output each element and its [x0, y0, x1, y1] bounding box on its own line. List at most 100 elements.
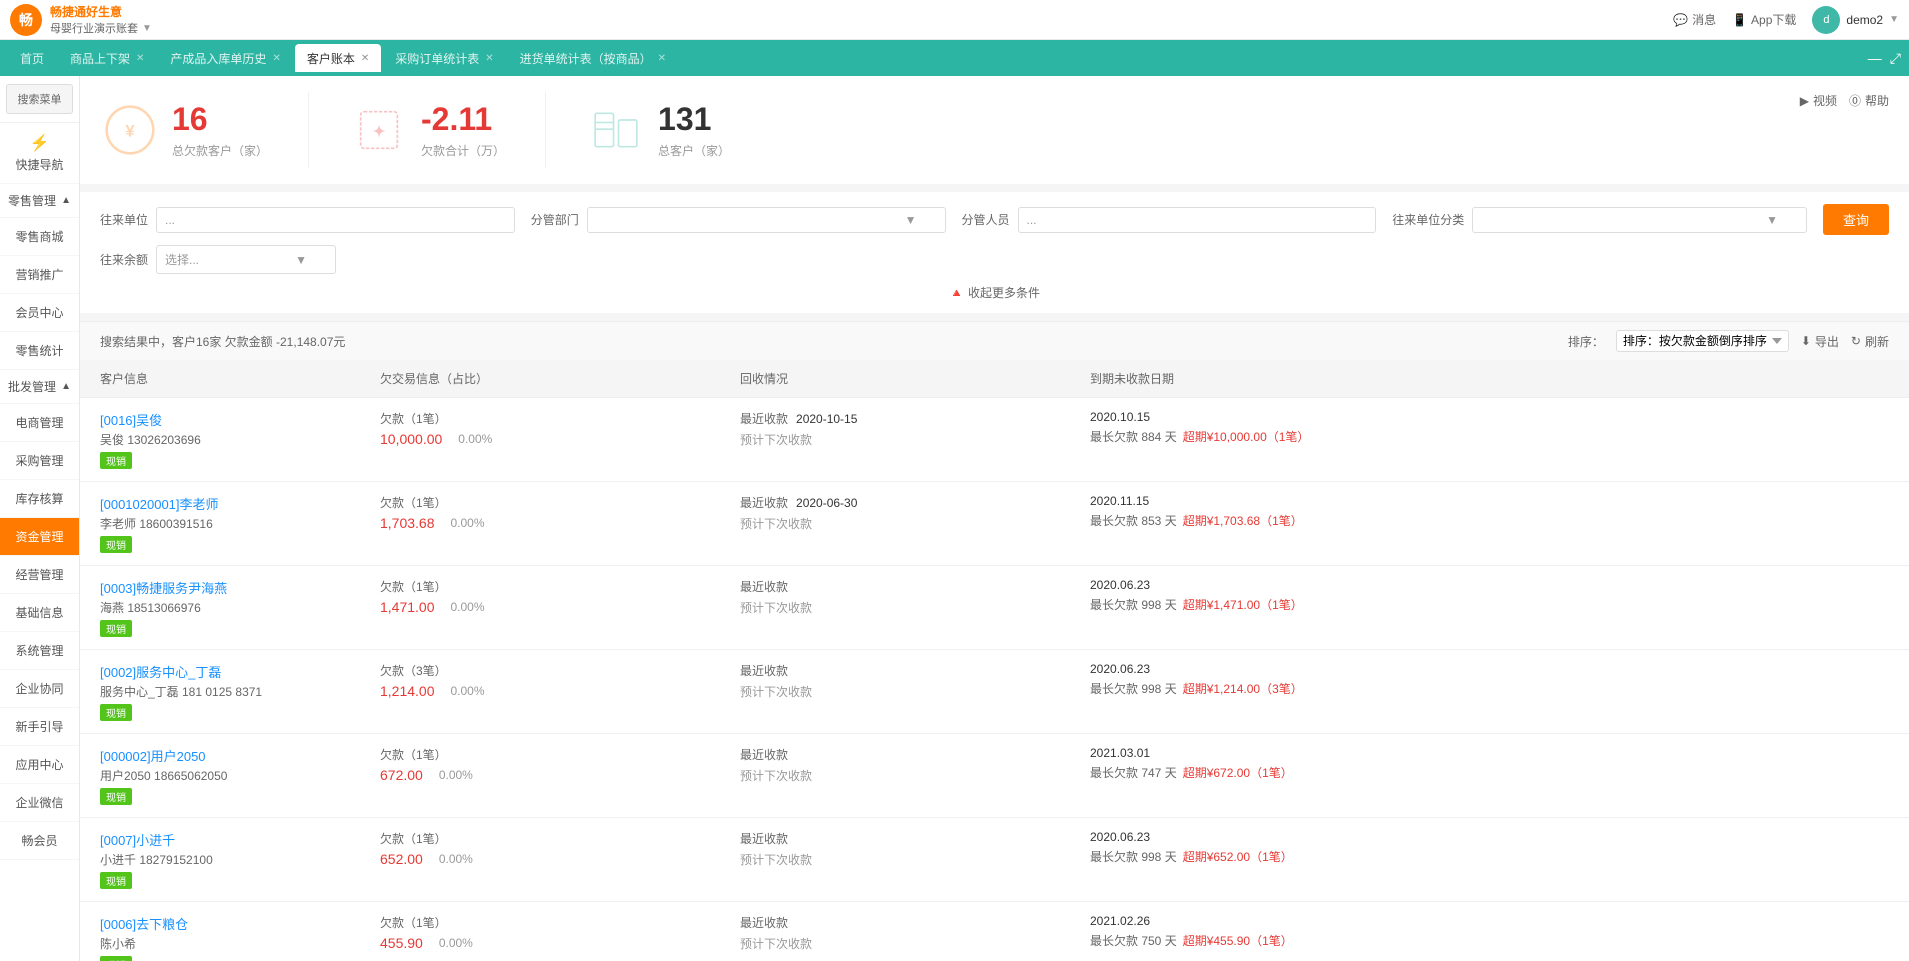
tab-product-listing[interactable]: 商品上下架 ✕ [58, 44, 156, 72]
stat-icon-3 [586, 100, 646, 160]
filter-balance-label: 往来余额 [100, 251, 148, 268]
sidebar-item-quick-nav[interactable]: ⚡ 快捷导航 [0, 123, 79, 184]
sidebar-item-ecommerce[interactable]: 电商管理 [0, 404, 79, 442]
video-icon: ▶ [1800, 94, 1809, 108]
customer-phone: 李老师 18600391516 [100, 515, 380, 532]
sidebar-item-system[interactable]: 系统管理 [0, 632, 79, 670]
repay-status-cell: 最近收款 2020-06-30 预计下次收款 [740, 494, 1090, 553]
customer-info-cell: [0001020001]李老师 李老师 18600391516 现销 [100, 494, 380, 553]
customer-name[interactable]: [0003]畅捷服务尹海燕 [100, 578, 380, 597]
tab-purchase-stats[interactable]: 采购订单统计表 ✕ [383, 44, 505, 72]
search-button[interactable]: 查询 [1823, 204, 1889, 235]
customer-name[interactable]: [0016]吴俊 [100, 410, 380, 429]
tab-purchase-product-stats[interactable]: 进货单统计表（按商品） ✕ [508, 44, 678, 72]
tab-close-icon[interactable]: ✕ [272, 53, 280, 64]
tab-close-icon[interactable]: ✕ [361, 53, 369, 64]
customer-info-cell: [0006]去下粮仓 陈小希 现销 [100, 914, 380, 961]
total-customers-label: 总客户（家） [658, 142, 730, 159]
total-debt-value: -2.11 [421, 101, 505, 138]
quick-nav-icon: ⚡ [30, 133, 50, 153]
due-date-cell: 2020.06.23 最长欠款 998 天 超期¥1,214.00（3笔） [1090, 662, 1889, 721]
sidebar-item-inventory[interactable]: 库存核算 [0, 480, 79, 518]
debt-info-cell: 欠款（1笔） 455.90 0.00% [380, 914, 740, 961]
overdue-link[interactable]: 超期¥10,000.00（1笔） [1183, 428, 1310, 445]
app-download-btn[interactable]: 📱 App下载 [1732, 11, 1796, 28]
message-btn[interactable]: 💬 消息 [1673, 11, 1716, 28]
sidebar-item-marketing[interactable]: 营销推广 [0, 256, 79, 294]
sidebar-item-guide[interactable]: 新手引导 [0, 708, 79, 746]
svg-text:✦: ✦ [373, 124, 386, 141]
customer-phone: 海燕 18513066976 [100, 599, 380, 616]
tab-bar: 首页 商品上下架 ✕ 产成品入库单历史 ✕ 客户账本 ✕ 采购订单统计表 ✕ 进… [0, 40, 1909, 76]
sidebar-item-enterprise-collab[interactable]: 企业协同 [0, 670, 79, 708]
logo-icon: 畅 [10, 4, 42, 36]
stat-info-1: 16 总欠款客户（家） [172, 101, 268, 159]
stat-card-total-debt: ✦ -2.11 欠款合计（万） [349, 92, 546, 168]
customer-tag: 现销 [100, 452, 132, 469]
sidebar-item-basic-info[interactable]: 基础信息 [0, 594, 79, 632]
sidebar-item-enterprise-wechat[interactable]: 企业微信 [0, 784, 79, 822]
debt-info-cell: 欠款（1笔） 672.00 0.00% [380, 746, 740, 805]
stat-info-3: 131 总客户（家） [658, 101, 730, 159]
debt-amount: 10,000.00 [380, 431, 442, 447]
stats-row: ¥ 16 总欠款客户（家） ✦ -2.11 [80, 76, 1909, 184]
sidebar-item-wholesale-mgmt[interactable]: 批发管理 ▲ [0, 370, 79, 404]
filter-area: 往来单位 ... 分管部门 ▼ 分管人员 . [80, 192, 1909, 313]
filter-manager-label: 分管人员 [962, 211, 1010, 228]
total-debt-label: 欠款合计（万） [421, 142, 505, 159]
col-due-date: 到期未收款日期 [1090, 370, 1889, 387]
collapse-button[interactable]: 🔺 收起更多条件 [949, 284, 1040, 301]
export-btn[interactable]: ⬇ 导出 [1801, 333, 1839, 350]
results-bar: 搜索结果中，客户16家 欠款金额 -21,148.07元 排序： 排序：按欠款金… [80, 321, 1909, 360]
repay-status-cell: 最近收款 预计下次收款 [740, 914, 1090, 961]
tab-home[interactable]: 首页 [8, 44, 56, 72]
tab-customer-ledger[interactable]: 客户账本 ✕ [295, 44, 381, 72]
filter-unit-category: 往来单位分类 ▼ [1392, 207, 1807, 233]
user-area[interactable]: d demo2 ▼ [1812, 6, 1899, 34]
tab-close-icon[interactable]: ✕ [658, 53, 666, 64]
customer-unit-input[interactable]: ... [156, 207, 515, 233]
customer-name[interactable]: [0001020001]李老师 [100, 494, 380, 513]
sidebar-item-member-vip[interactable]: 畅会员 [0, 822, 79, 860]
tab-close-icon[interactable]: ✕ [485, 53, 493, 64]
col-debt-info: 欠交易信息（占比） [380, 370, 740, 387]
debt-info-cell: 欠款（1笔） 10,000.00 0.00% [380, 410, 740, 469]
stat-right-actions: ▶ 视频 ⓪ 帮助 [1800, 92, 1889, 168]
sort-label: 排序： [1568, 333, 1604, 350]
sidebar-item-member-center[interactable]: 会员中心 [0, 294, 79, 332]
sidebar-item-finance[interactable]: 资金管理 [0, 518, 79, 556]
chevron-down-icon: ▲ [61, 195, 71, 206]
sidebar-item-retail-stats[interactable]: 零售统计 [0, 332, 79, 370]
due-date-cell: 2020.11.15 最长欠款 853 天 超期¥1,703.68（1笔） [1090, 494, 1889, 553]
video-btn[interactable]: ▶ 视频 [1800, 92, 1837, 109]
sort-select[interactable]: 排序：按欠款金额倒序排序 [1616, 330, 1789, 352]
overdue-link[interactable]: 超期¥1,703.68（1笔） [1183, 512, 1303, 529]
sidebar-item-operations[interactable]: 经营管理 [0, 556, 79, 594]
balance-select[interactable]: 选择... ▼ [156, 245, 336, 274]
debt-info-cell: 欠款（1笔） 1,471.00 0.00% [380, 578, 740, 637]
manager-input[interactable]: ... [1018, 207, 1377, 233]
refresh-btn[interactable]: ↻ 刷新 [1851, 333, 1889, 350]
filter-branch: 分管部门 ▼ [531, 207, 946, 233]
minimize-icon[interactable]: — [1868, 50, 1882, 67]
sidebar-item-retail-mall[interactable]: 零售商城 [0, 218, 79, 256]
stat-card-overdue-customers: ¥ 16 总欠款客户（家） [100, 92, 309, 168]
branch-input[interactable]: ▼ [587, 207, 946, 233]
search-menu-btn[interactable]: 搜索菜单 [6, 84, 73, 114]
content-area: ¥ 16 总欠款客户（家） ✦ -2.11 [80, 76, 1909, 961]
sidebar-item-retail-mgmt[interactable]: 零售管理 ▲ [0, 184, 79, 218]
table-area: 客户信息 欠交易信息（占比） 回收情况 到期未收款日期 [0016]吴俊 吴俊 … [80, 360, 1909, 961]
maximize-icon[interactable]: ⤢ [1890, 50, 1901, 67]
due-date-cell: 2020.06.23 最长欠款 998 天 超期¥1,471.00（1笔） [1090, 578, 1889, 637]
sidebar-item-app-center[interactable]: 应用中心 [0, 746, 79, 784]
unit-category-input[interactable]: ▼ [1472, 207, 1807, 233]
tab-close-icon[interactable]: ✕ [136, 53, 144, 64]
help-btn[interactable]: ⓪ 帮助 [1849, 92, 1889, 109]
sidebar-item-purchase-mgmt[interactable]: 采购管理 [0, 442, 79, 480]
tab-production-history[interactable]: 产成品入库单历史 ✕ [158, 44, 292, 72]
overdue-customers-value: 16 [172, 101, 268, 138]
collapse-icon: 🔺 [949, 286, 964, 300]
svg-text:¥: ¥ [125, 122, 135, 141]
filter-row-1: 往来单位 ... 分管部门 ▼ 分管人员 . [100, 204, 1889, 235]
repay-status-cell: 最近收款 预计下次收款 [740, 830, 1090, 889]
